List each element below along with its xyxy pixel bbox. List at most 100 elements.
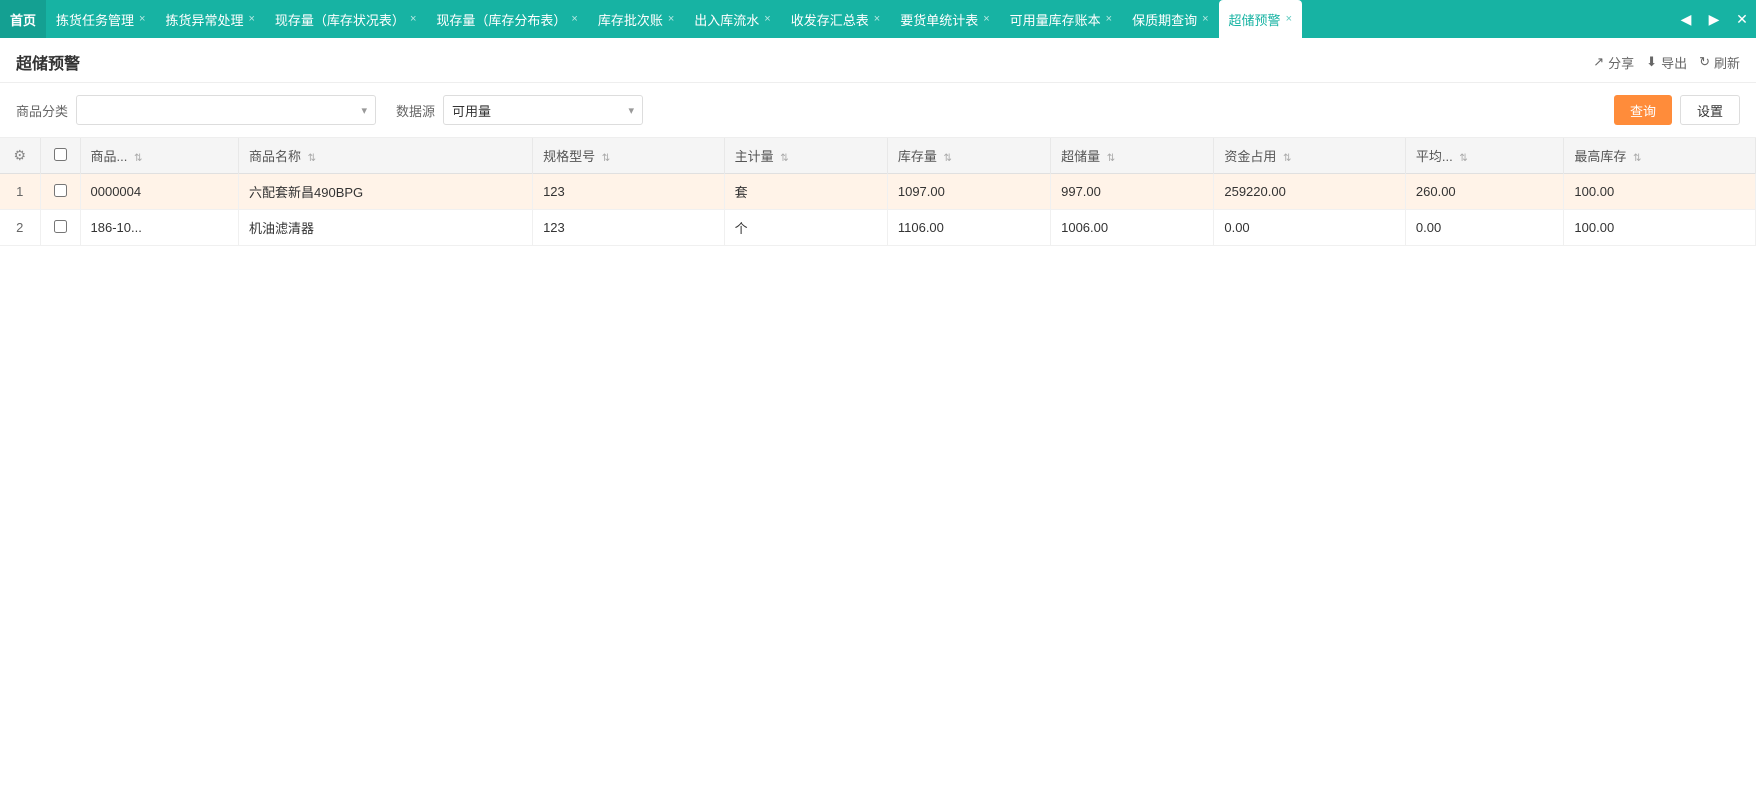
close-icon[interactable]: × xyxy=(1286,13,1292,25)
close-icon[interactable]: × xyxy=(668,13,674,25)
nav-item-pick-exception[interactable]: 拣货异常处理 × xyxy=(155,0,264,38)
close-icon[interactable]: × xyxy=(139,13,145,25)
nav-item-batch-account[interactable]: 库存批次账 × xyxy=(588,0,684,38)
col-header-avg[interactable]: 平均... ⇅ xyxy=(1405,138,1564,174)
nav-item-inventory-status[interactable]: 现存量（库存状况表） × xyxy=(265,0,426,38)
category-select[interactable]: ▾ xyxy=(76,95,376,125)
nav-arrows: ◀ ▶ ✕ xyxy=(1672,0,1756,38)
datasource-label: 数据源 xyxy=(396,101,435,120)
top-nav: 首页 拣货任务管理 × 拣货异常处理 × 现存量（库存状况表） × 现存量（库存… xyxy=(0,0,1756,38)
share-icon: ↗ xyxy=(1593,54,1604,70)
settings-col-header[interactable] xyxy=(0,138,40,174)
row-spec: 123 xyxy=(533,210,725,246)
close-icon[interactable]: × xyxy=(248,13,254,25)
close-icon[interactable]: × xyxy=(410,13,416,25)
row-num: 1 xyxy=(0,174,40,210)
row-capital: 0.00 xyxy=(1214,210,1406,246)
close-icon[interactable]: × xyxy=(764,13,770,25)
data-table: 商品... ⇅ 商品名称 ⇅ 规格型号 ⇅ 主计量 ⇅ 库存量 ⇅ xyxy=(0,138,1756,246)
category-label: 商品分类 xyxy=(16,101,68,120)
row-name: 六配套新昌490BPG xyxy=(239,174,533,210)
sort-icon: ⇅ xyxy=(1283,153,1291,164)
datasource-filter: 数据源 可用量 ▾ xyxy=(396,95,643,125)
nav-item-overstock-warning[interactable]: 超储预警 × xyxy=(1219,0,1302,38)
close-icon[interactable]: × xyxy=(1106,13,1112,25)
col-header-spec[interactable]: 规格型号 ⇅ xyxy=(533,138,725,174)
close-icon[interactable]: × xyxy=(1202,13,1208,25)
col-header-max[interactable]: 最高库存 ⇅ xyxy=(1564,138,1756,174)
col-header-name[interactable]: 商品名称 ⇅ xyxy=(239,138,533,174)
row-spec: 123 xyxy=(533,174,725,210)
col-header-unit[interactable]: 主计量 ⇅ xyxy=(724,138,887,174)
close-icon[interactable]: × xyxy=(874,13,880,25)
row-name: 机油滤清器 xyxy=(239,210,533,246)
nav-prev-button[interactable]: ◀ xyxy=(1672,0,1700,38)
nav-item-inout-flow[interactable]: 出入库流水 × xyxy=(684,0,780,38)
col-header-code[interactable]: 商品... ⇅ xyxy=(80,138,239,174)
sort-icon: ⇅ xyxy=(1459,153,1467,164)
row-checkbox[interactable] xyxy=(54,220,67,233)
row-avg: 0.00 xyxy=(1405,210,1564,246)
col-header-overstock[interactable]: 超储量 ⇅ xyxy=(1051,138,1214,174)
nav-item-available-book[interactable]: 可用量库存账本 × xyxy=(1000,0,1122,38)
sort-icon: ⇅ xyxy=(602,153,610,164)
refresh-icon: ↻ xyxy=(1699,54,1710,70)
table-container: 商品... ⇅ 商品名称 ⇅ 规格型号 ⇅ 主计量 ⇅ 库存量 ⇅ xyxy=(0,138,1756,246)
close-icon[interactable]: × xyxy=(571,13,577,25)
datasource-select-value: 可用量 xyxy=(452,101,491,120)
select-all-checkbox[interactable] xyxy=(54,148,67,161)
row-checkbox-cell[interactable] xyxy=(40,174,80,210)
row-checkbox-cell[interactable] xyxy=(40,210,80,246)
header-actions: ↗ 分享 ⬇ 导出 ↻ 刷新 xyxy=(1593,53,1740,72)
row-code: 186-10... xyxy=(80,210,239,246)
sort-icon: ⇅ xyxy=(1107,153,1115,164)
row-stock: 1106.00 xyxy=(887,210,1050,246)
nav-item-home[interactable]: 首页 xyxy=(0,0,46,38)
row-max: 100.00 xyxy=(1564,174,1756,210)
col-header-stock[interactable]: 库存量 ⇅ xyxy=(887,138,1050,174)
row-stock: 1097.00 xyxy=(887,174,1050,210)
nav-item-receive-summary[interactable]: 收发存汇总表 × xyxy=(781,0,890,38)
row-code: 0000004 xyxy=(80,174,239,210)
close-icon[interactable]: × xyxy=(983,13,989,25)
table-body: 1 0000004 六配套新昌490BPG 123 套 1097.00 997.… xyxy=(0,174,1756,246)
row-num: 2 xyxy=(0,210,40,246)
sort-icon: ⇅ xyxy=(1633,153,1641,164)
nav-item-expiry-query[interactable]: 保质期查询 × xyxy=(1122,0,1218,38)
row-avg: 260.00 xyxy=(1405,174,1564,210)
filter-actions: 查询 设置 xyxy=(1614,95,1740,125)
row-unit: 个 xyxy=(724,210,887,246)
nav-next-button[interactable]: ▶ xyxy=(1700,0,1728,38)
row-unit: 套 xyxy=(724,174,887,210)
sort-icon: ⇅ xyxy=(944,153,952,164)
checkbox-col-header[interactable] xyxy=(40,138,80,174)
row-max: 100.00 xyxy=(1564,210,1756,246)
row-checkbox[interactable] xyxy=(54,184,67,197)
refresh-button[interactable]: ↻ 刷新 xyxy=(1699,53,1740,72)
datasource-select[interactable]: 可用量 ▾ xyxy=(443,95,643,125)
chevron-down-icon: ▾ xyxy=(361,104,367,117)
nav-item-order-stats[interactable]: 要货单统计表 × xyxy=(890,0,999,38)
nav-item-inventory-dist[interactable]: 现存量（库存分布表） × xyxy=(426,0,587,38)
export-button[interactable]: ⬇ 导出 xyxy=(1646,53,1687,72)
nav-close-button[interactable]: ✕ xyxy=(1728,0,1756,38)
table-header-row: 商品... ⇅ 商品名称 ⇅ 规格型号 ⇅ 主计量 ⇅ 库存量 ⇅ xyxy=(0,138,1756,174)
sort-icon: ⇅ xyxy=(308,153,316,164)
share-button[interactable]: ↗ 分享 xyxy=(1593,53,1634,72)
export-icon: ⬇ xyxy=(1646,54,1657,70)
row-overstock: 997.00 xyxy=(1051,174,1214,210)
row-capital: 259220.00 xyxy=(1214,174,1406,210)
sort-icon: ⇅ xyxy=(134,153,142,164)
query-button[interactable]: 查询 xyxy=(1614,95,1672,125)
category-filter: 商品分类 ▾ xyxy=(16,95,376,125)
sort-icon: ⇅ xyxy=(780,153,788,164)
settings-button[interactable]: 设置 xyxy=(1680,95,1740,125)
table-row: 1 0000004 六配套新昌490BPG 123 套 1097.00 997.… xyxy=(0,174,1756,210)
page-header: 超储预警 ↗ 分享 ⬇ 导出 ↻ 刷新 xyxy=(0,38,1756,83)
chevron-down-icon: ▾ xyxy=(629,104,635,117)
filter-area: 商品分类 ▾ 数据源 可用量 ▾ 查询 设置 xyxy=(0,83,1756,138)
nav-item-pick-task[interactable]: 拣货任务管理 × xyxy=(46,0,155,38)
page-title: 超储预警 xyxy=(16,50,80,74)
gear-icon xyxy=(13,148,26,163)
col-header-capital[interactable]: 资金占用 ⇅ xyxy=(1214,138,1406,174)
